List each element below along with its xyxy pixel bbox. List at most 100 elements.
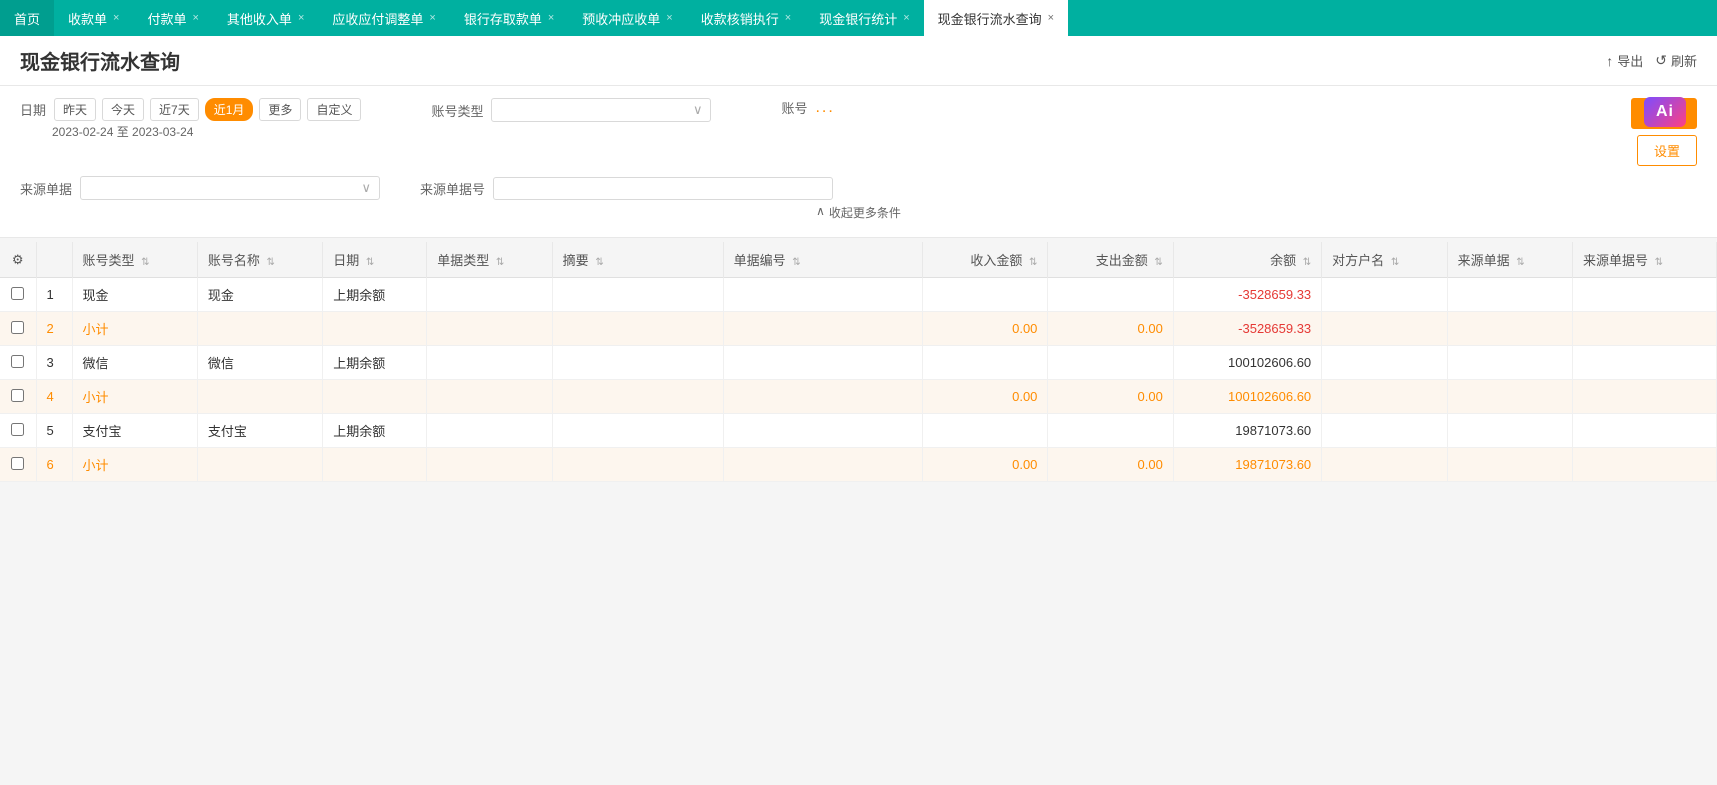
filter-area: 日期 昨天 今天 近7天 近1月 更多 自定义 2023-02-24 至 202… xyxy=(0,86,1717,238)
collapse-bar[interactable]: ∧ 收起更多条件 xyxy=(20,200,1697,225)
refresh-button[interactable]: ↺ 刷新 xyxy=(1655,51,1697,70)
cell-doc-type xyxy=(427,380,552,414)
cell-account-type: 现金 xyxy=(72,278,197,312)
date-btn-more[interactable]: 更多 xyxy=(259,98,301,121)
cell-rownum: 2 xyxy=(36,312,72,346)
cell-account-type: 小计 xyxy=(72,312,197,346)
col-doc-no[interactable]: 单据编号 ⇅ xyxy=(723,242,922,278)
cell-checkbox[interactable] xyxy=(0,312,36,346)
nav-collection-exec[interactable]: 收款核销执行 × xyxy=(687,0,805,36)
close-icon[interactable]: × xyxy=(785,12,791,24)
cell-source-doc xyxy=(1447,346,1572,380)
table-row[interactable]: 3 微信 微信 上期余额 100102606.60 xyxy=(0,346,1717,380)
cell-counterparty xyxy=(1322,414,1447,448)
row-checkbox[interactable] xyxy=(11,321,24,334)
table-row[interactable]: 2 小计 0.00 0.00 -3528659.33 xyxy=(0,312,1717,346)
table-row[interactable]: 4 小计 0.00 0.00 100102606.60 xyxy=(0,380,1717,414)
source-doc-group: 来源单据 ∨ xyxy=(20,176,380,200)
collapse-icon: ∧ xyxy=(816,204,825,221)
data-table: ⚙ 账号类型 ⇅ 账号名称 ⇅ 日期 ⇅ 单据类型 ⇅ xyxy=(0,242,1717,482)
date-btn-today[interactable]: 今天 xyxy=(102,98,144,121)
table-row[interactable]: 1 现金 现金 上期余额 -3528659.33 xyxy=(0,278,1717,312)
cell-rownum: 3 xyxy=(36,346,72,380)
row-checkbox[interactable] xyxy=(11,287,24,300)
cell-doc-type xyxy=(427,346,552,380)
source-doc-label: 来源单据 xyxy=(20,179,72,198)
col-source-doc-no[interactable]: 来源单据号 ⇅ xyxy=(1572,242,1716,278)
row-checkbox[interactable] xyxy=(11,423,24,436)
cell-source-doc xyxy=(1447,448,1572,482)
row-checkbox[interactable] xyxy=(11,389,24,402)
row-checkbox[interactable] xyxy=(11,355,24,368)
cell-source-doc-no xyxy=(1572,278,1716,312)
cell-source-doc xyxy=(1447,380,1572,414)
export-button[interactable]: ↑ 导出 xyxy=(1606,51,1643,70)
date-btn-custom[interactable]: 自定义 xyxy=(307,98,361,121)
account-type-select[interactable]: ∨ xyxy=(491,98,711,122)
table-body: 1 现金 现金 上期余额 -3528659.33 2 小计 0.00 0.00 … xyxy=(0,278,1717,482)
account-ellipsis-btn[interactable]: ... xyxy=(815,99,834,117)
nav-receipt[interactable]: 收款单 × xyxy=(54,0,133,36)
nav-home[interactable]: 首页 xyxy=(0,0,54,36)
nav-cash-bank-flow[interactable]: 现金银行流水查询 × xyxy=(924,0,1068,36)
cell-checkbox[interactable] xyxy=(0,380,36,414)
cell-account-name: 现金 xyxy=(197,278,322,312)
close-icon[interactable]: × xyxy=(903,12,909,24)
cell-checkbox[interactable] xyxy=(0,448,36,482)
settings-button[interactable]: 设置 xyxy=(1637,135,1697,166)
nav-prepay-offset[interactable]: 预收冲应收单 × xyxy=(568,0,686,36)
nav-bank-deposit[interactable]: 银行存取款单 × xyxy=(450,0,568,36)
nav-ar-ap-adjust[interactable]: 应收应付调整单 × xyxy=(318,0,449,36)
close-icon[interactable]: × xyxy=(113,12,119,24)
col-summary[interactable]: 摘要 ⇅ xyxy=(552,242,723,278)
cell-checkbox[interactable] xyxy=(0,278,36,312)
col-expense[interactable]: 支出金额 ⇅ xyxy=(1048,242,1173,278)
cell-summary xyxy=(552,448,723,482)
cell-expense: 0.00 xyxy=(1048,312,1173,346)
nav-payment[interactable]: 付款单 × xyxy=(133,0,212,36)
col-account-type[interactable]: 账号类型 ⇅ xyxy=(72,242,197,278)
cell-source-doc-no xyxy=(1572,312,1716,346)
close-icon[interactable]: × xyxy=(192,12,198,24)
col-gear[interactable]: ⚙ xyxy=(0,242,36,278)
top-nav: 首页 收款单 × 付款单 × 其他收入单 × 应收应付调整单 × 银行存取款单 … xyxy=(0,0,1717,36)
close-icon[interactable]: × xyxy=(666,12,672,24)
col-date[interactable]: 日期 ⇅ xyxy=(323,242,427,278)
cell-doc-no xyxy=(723,414,922,448)
cell-summary xyxy=(552,312,723,346)
sort-icon: ⇅ xyxy=(496,257,504,268)
col-income[interactable]: 收入金额 ⇅ xyxy=(923,242,1048,278)
table-row[interactable]: 5 支付宝 支付宝 上期余额 19871073.60 xyxy=(0,414,1717,448)
source-doc-num-input[interactable] xyxy=(493,177,833,200)
header-actions: ↑ 导出 ↺ 刷新 xyxy=(1606,51,1697,70)
sort-icon: ⇅ xyxy=(1391,257,1399,268)
close-icon[interactable]: × xyxy=(429,12,435,24)
nav-other-income[interactable]: 其他收入单 × xyxy=(213,0,318,36)
cell-doc-type xyxy=(427,278,552,312)
cell-source-doc xyxy=(1447,278,1572,312)
cell-expense xyxy=(1048,414,1173,448)
ai-badge[interactable]: Ai xyxy=(1644,97,1686,127)
close-icon[interactable]: × xyxy=(548,12,554,24)
col-account-name[interactable]: 账号名称 ⇅ xyxy=(197,242,322,278)
col-doc-type[interactable]: 单据类型 ⇅ xyxy=(427,242,552,278)
table-row[interactable]: 6 小计 0.00 0.00 19871073.60 xyxy=(0,448,1717,482)
cell-balance: -3528659.33 xyxy=(1173,312,1321,346)
col-source-doc[interactable]: 来源单据 ⇅ xyxy=(1447,242,1572,278)
cell-checkbox[interactable] xyxy=(0,414,36,448)
row-checkbox[interactable] xyxy=(11,457,24,470)
cell-doc-type xyxy=(427,414,552,448)
col-counterparty[interactable]: 对方户名 ⇅ xyxy=(1322,242,1447,278)
date-btn-1month[interactable]: 近1月 xyxy=(205,98,254,121)
close-icon[interactable]: × xyxy=(1048,12,1054,24)
cell-account-name: 支付宝 xyxy=(197,414,322,448)
cell-income: 0.00 xyxy=(923,312,1048,346)
sort-icon: ⇅ xyxy=(366,257,374,268)
date-btn-7days[interactable]: 近7天 xyxy=(150,98,199,121)
cell-checkbox[interactable] xyxy=(0,346,36,380)
close-icon[interactable]: × xyxy=(298,12,304,24)
nav-cash-bank-stat[interactable]: 现金银行统计 × xyxy=(805,0,923,36)
col-balance[interactable]: 余额 ⇅ xyxy=(1173,242,1321,278)
date-btn-yesterday[interactable]: 昨天 xyxy=(54,98,96,121)
source-doc-select[interactable]: ∨ xyxy=(80,176,380,200)
